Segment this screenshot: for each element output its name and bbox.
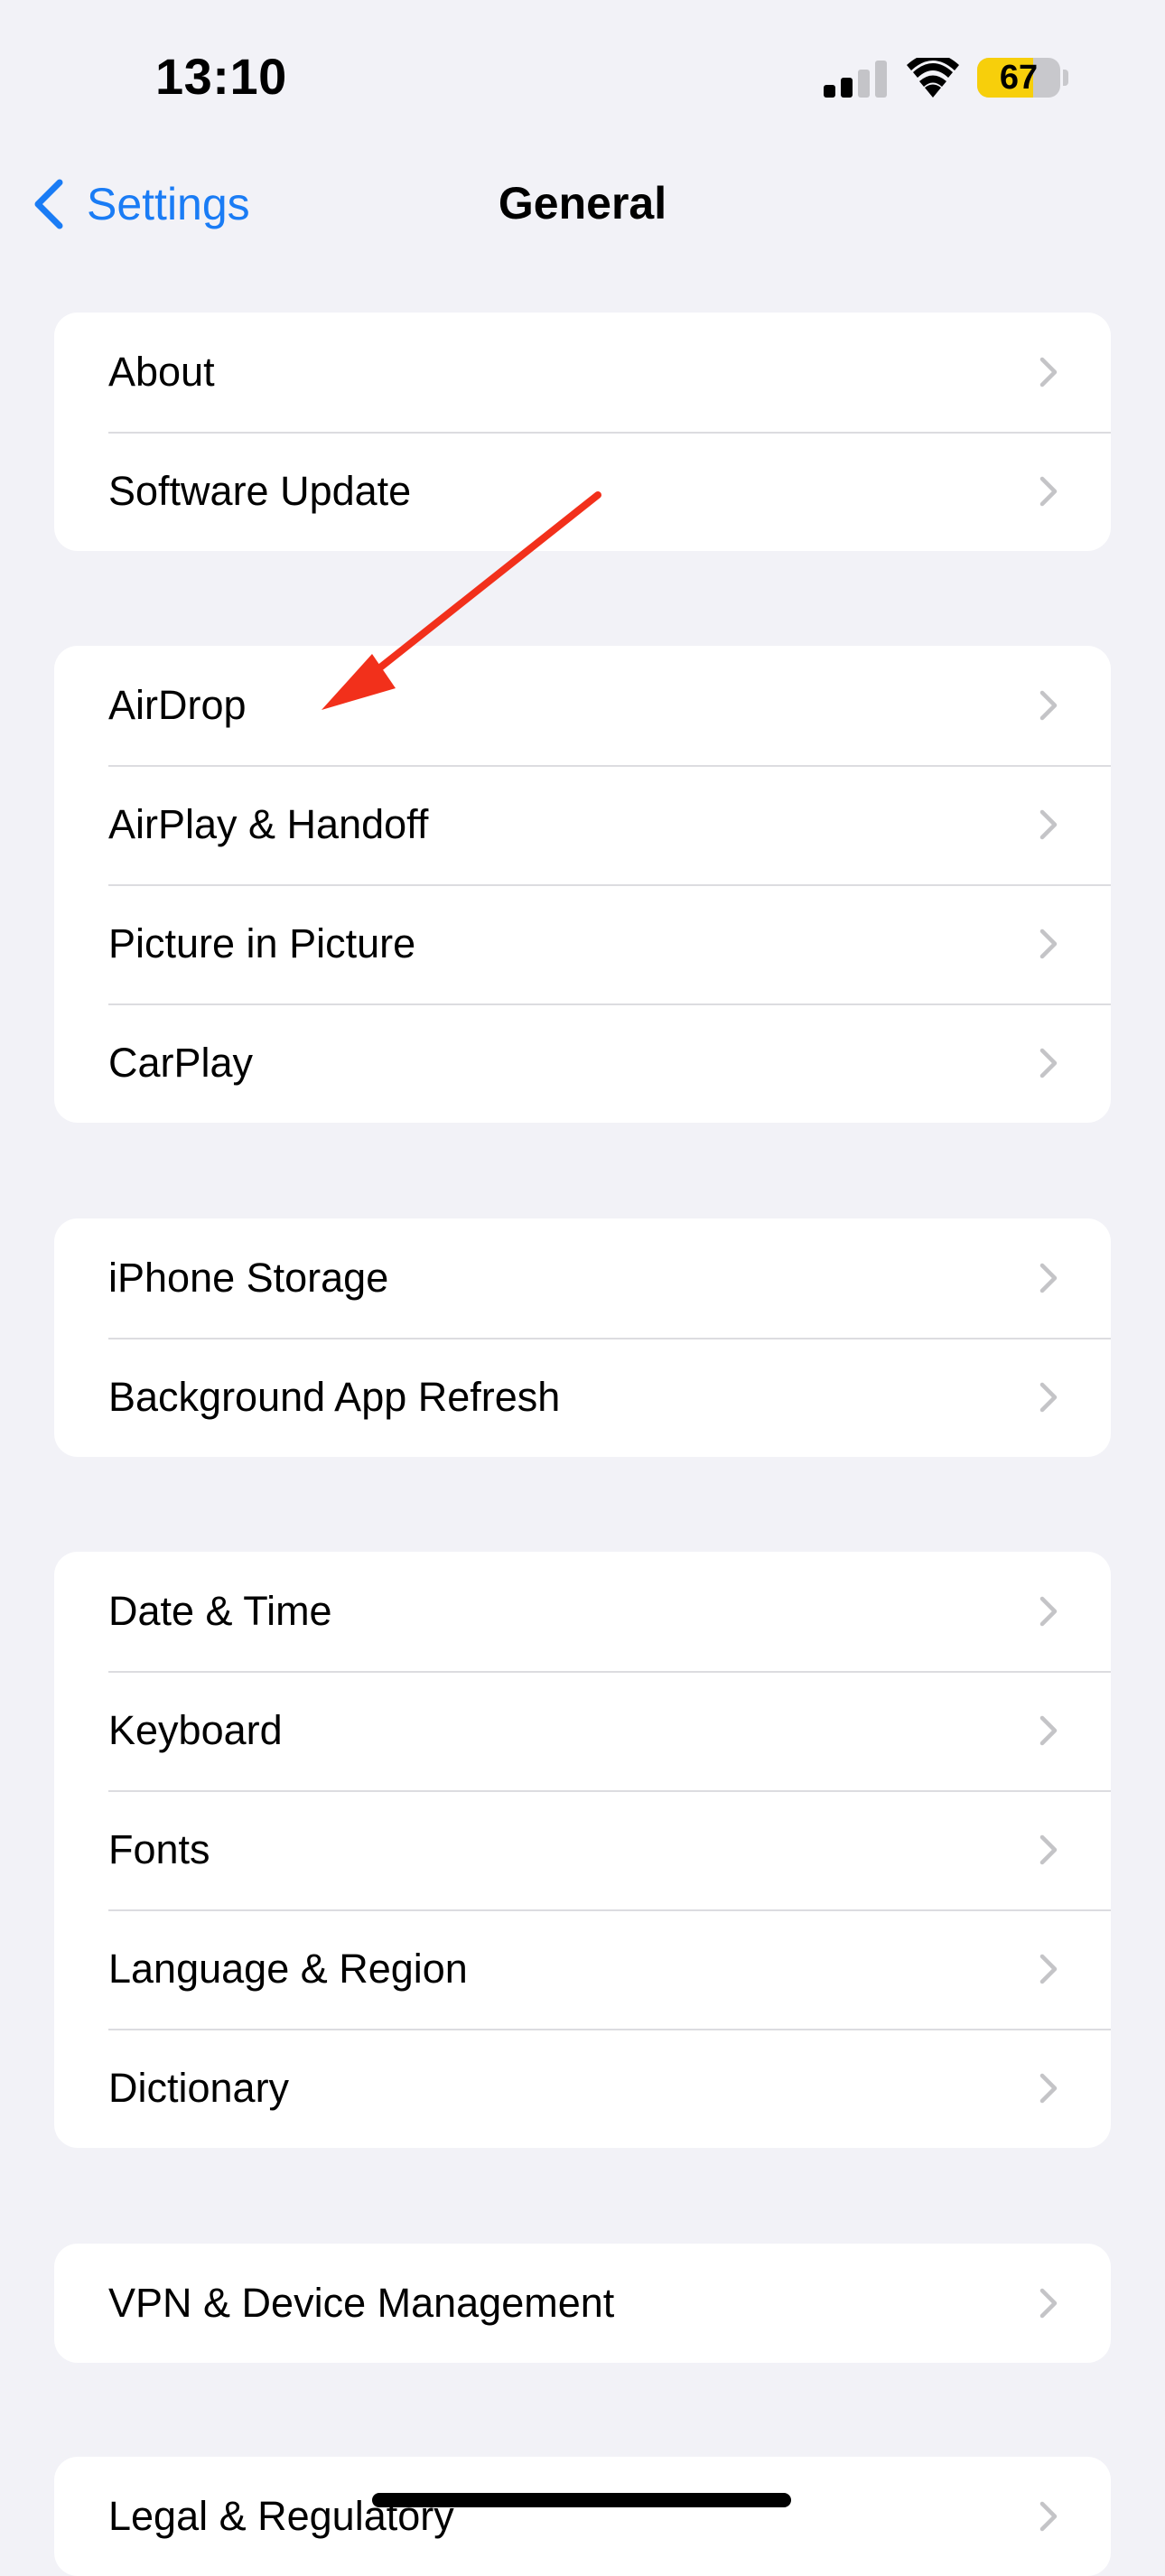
- chevron-right-icon: [1039, 2288, 1058, 2319]
- row-label: AirPlay & Handoff: [108, 801, 429, 847]
- chevron-right-icon: [1039, 476, 1058, 507]
- row-label: Fonts: [108, 1826, 210, 1872]
- settings-row-background-app-refresh[interactable]: Background App Refresh: [54, 1338, 1111, 1457]
- chevron-right-icon: [1039, 929, 1058, 959]
- chevron-right-icon: [1039, 1596, 1058, 1627]
- status-time: 13:10: [155, 48, 287, 105]
- row-label: Dictionary: [108, 2065, 290, 2111]
- chevron-right-icon: [1039, 1954, 1058, 1984]
- chevron-right-icon: [1039, 809, 1058, 840]
- status-bar: 13:10 67: [0, 0, 1165, 154]
- red-arrow-icon: [322, 491, 601, 710]
- settings-row-legal-regulatory[interactable]: Legal & Regulatory: [54, 2457, 1111, 2576]
- settings-row-language-region[interactable]: Language & Region: [54, 1909, 1111, 2029]
- home-indicator[interactable]: [372, 2493, 791, 2507]
- settings-row-carplay[interactable]: CarPlay: [54, 1003, 1111, 1123]
- battery-level: 67: [999, 59, 1039, 97]
- row-label: Date & Time: [108, 1588, 332, 1634]
- settings-row-iphone-storage[interactable]: iPhone Storage: [54, 1218, 1111, 1338]
- chevron-right-icon: [1039, 1715, 1058, 1746]
- row-label: Keyboard: [108, 1707, 283, 1753]
- row-label: Background App Refresh: [108, 1374, 561, 1420]
- chevron-right-icon: [1039, 2073, 1058, 2104]
- settings-group-storage: iPhone Storage Background App Refresh: [54, 1218, 1111, 1457]
- settings-group-locale: Date & Time Keyboard Fonts Language & Re…: [54, 1552, 1111, 2148]
- wifi-icon: [907, 58, 959, 98]
- battery-indicator: 67: [977, 58, 1060, 98]
- row-label: iPhone Storage: [108, 1255, 389, 1301]
- chevron-right-icon: [1039, 690, 1058, 721]
- row-label: Picture in Picture: [108, 920, 416, 966]
- row-label: Language & Region: [108, 1946, 468, 1992]
- row-label: VPN & Device Management: [108, 2280, 615, 2326]
- chevron-right-icon: [1039, 1263, 1058, 1293]
- settings-group-legal: Legal & Regulatory: [54, 2457, 1111, 2576]
- chevron-right-icon: [1039, 357, 1058, 387]
- settings-row-airplay-handoff[interactable]: AirPlay & Handoff: [54, 765, 1111, 884]
- row-label: CarPlay: [108, 1040, 254, 1086]
- page-title: General: [498, 178, 667, 229]
- settings-row-fonts[interactable]: Fonts: [54, 1790, 1111, 1909]
- cellular-signal-icon: [824, 61, 887, 98]
- row-label: About: [108, 349, 215, 395]
- settings-row-keyboard[interactable]: Keyboard: [54, 1671, 1111, 1790]
- settings-row-vpn-device-management[interactable]: VPN & Device Management: [54, 2244, 1111, 2363]
- row-label: AirDrop: [108, 682, 247, 728]
- battery-tip: [1063, 70, 1068, 86]
- chevron-right-icon: [1039, 1382, 1058, 1413]
- chevron-right-icon: [1039, 1048, 1058, 1078]
- settings-row-dictionary[interactable]: Dictionary: [54, 2029, 1111, 2148]
- settings-row-date-time[interactable]: Date & Time: [54, 1552, 1111, 1671]
- chevron-right-icon: [1039, 1834, 1058, 1865]
- settings-row-picture-in-picture[interactable]: Picture in Picture: [54, 884, 1111, 1003]
- settings-group-vpn: VPN & Device Management: [54, 2244, 1111, 2363]
- settings-row-about[interactable]: About: [54, 313, 1111, 432]
- chevron-right-icon: [1039, 2501, 1058, 2532]
